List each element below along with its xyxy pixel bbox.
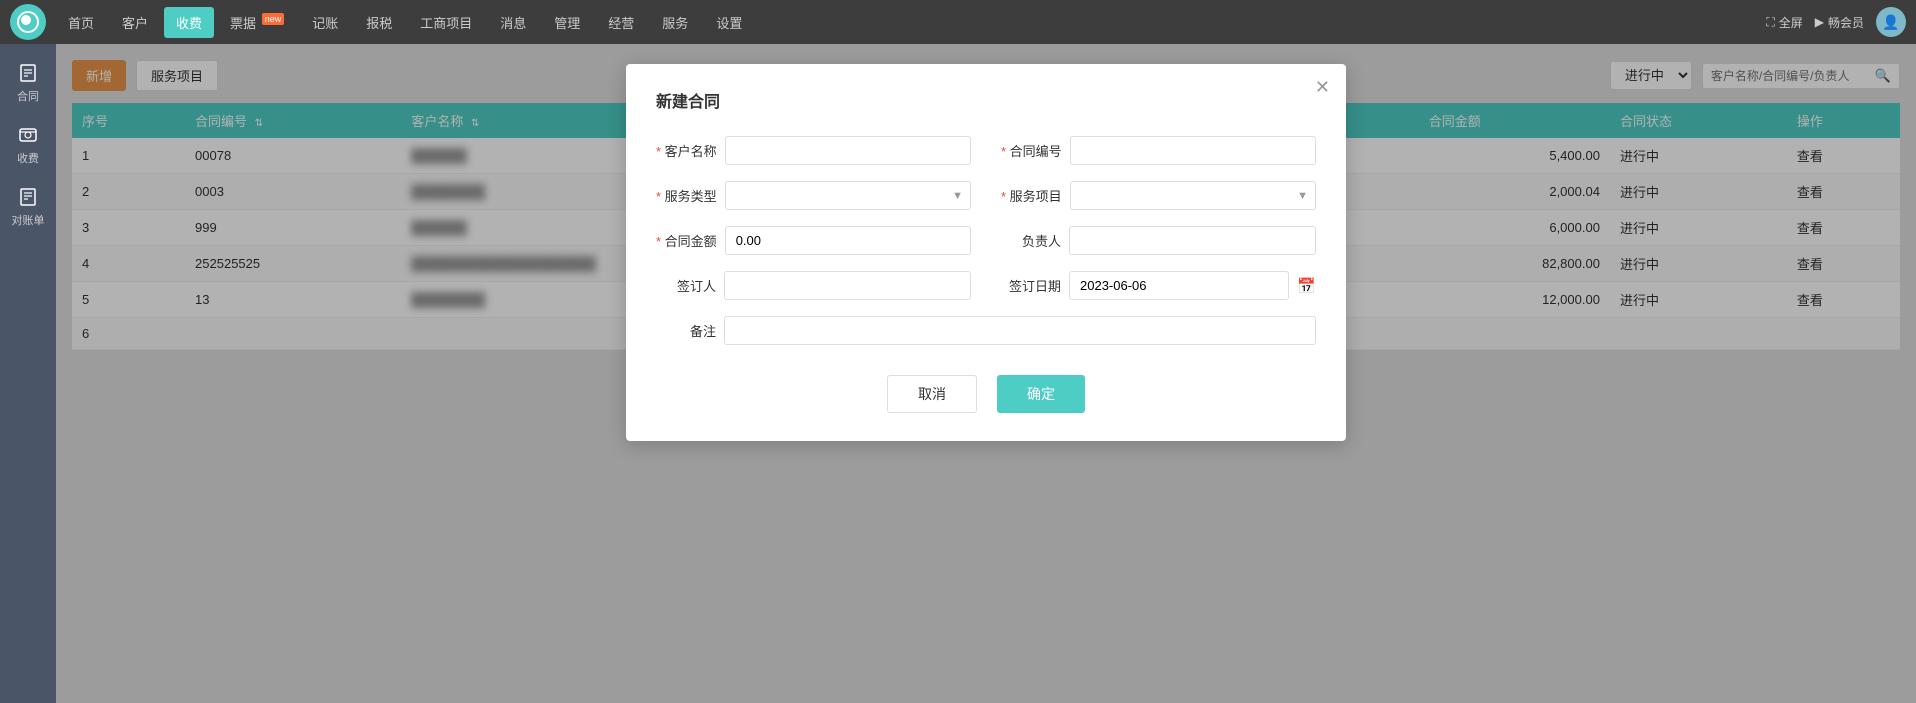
app-logo[interactable] — [10, 4, 46, 40]
customer-name-label: 客户名称 — [656, 141, 717, 160]
nav-tax[interactable]: 报税 — [354, 7, 404, 38]
contract-amount-label: 合同金额 — [656, 231, 717, 250]
modal-form: 客户名称 合同编号 服务类型 ▼ — [656, 136, 1316, 345]
sign-date-input[interactable] — [1069, 271, 1289, 300]
sidebar-item-contract[interactable]: 合同 — [0, 54, 56, 112]
nav-business[interactable]: 工商项目 — [408, 7, 484, 38]
nav-menu: 首页 客户 收费 票据 new 记账 报税 工商项目 消息 管理 经营 服务 设… — [56, 7, 1766, 38]
main-layout: 合同 收费 对账单 — [0, 44, 1916, 703]
contract-no-label: 合同编号 — [1001, 141, 1062, 160]
sidebar-label-fee: 收费 — [17, 150, 39, 166]
confirm-button[interactable]: 确定 — [997, 375, 1085, 413]
fullscreen-button[interactable]: ⛶ 全屏 — [1766, 14, 1802, 31]
top-navigation: 首页 客户 收费 票据 new 记账 报税 工商项目 消息 管理 经营 服务 设… — [0, 0, 1916, 44]
modal-title: 新建合同 — [656, 88, 1316, 112]
remark-input[interactable] — [724, 316, 1316, 345]
remark-label: 备注 — [656, 321, 716, 340]
modal-footer: 取消 确定 — [656, 375, 1316, 413]
remark-row: 备注 — [656, 316, 1316, 345]
nav-manage[interactable]: 管理 — [542, 7, 592, 38]
sidebar-label-statement: 对账单 — [12, 212, 45, 228]
service-item-select[interactable] — [1070, 181, 1316, 210]
nav-right-area: ⛶ 全屏 ▶ 畅会员 👤 — [1766, 7, 1906, 37]
contract-icon — [17, 62, 39, 84]
contract-no-input[interactable] — [1070, 136, 1316, 165]
modal-close-button[interactable]: ✕ — [1315, 78, 1330, 96]
responsible-person-input[interactable] — [1069, 226, 1316, 255]
nav-operation[interactable]: 经营 — [596, 7, 646, 38]
service-item-label: 服务项目 — [1001, 186, 1062, 205]
calendar-icon[interactable]: 📅 — [1297, 277, 1316, 295]
signer-label: 签订人 — [656, 276, 716, 295]
responsible-person-row: 负责人 — [1001, 226, 1316, 255]
sign-date-row: 签订日期 📅 — [1001, 271, 1316, 300]
sidebar-label-contract: 合同 — [17, 88, 39, 104]
member-button[interactable]: ▶ 畅会员 — [1815, 14, 1864, 31]
cancel-button[interactable]: 取消 — [887, 375, 977, 413]
new-contract-modal: ✕ 新建合同 客户名称 合同编号 服务类型 — [626, 64, 1346, 441]
service-type-select[interactable] — [725, 181, 971, 210]
signer-row: 签订人 — [656, 271, 971, 300]
nav-message[interactable]: 消息 — [488, 7, 538, 38]
service-type-select-wrap: ▼ — [725, 181, 971, 210]
contract-amount-input[interactable] — [725, 226, 971, 255]
contract-no-row: 合同编号 — [1001, 136, 1316, 165]
sign-date-label: 签订日期 — [1001, 276, 1061, 295]
nav-home[interactable]: 首页 — [56, 7, 106, 38]
nav-service[interactable]: 服务 — [650, 7, 700, 38]
customer-name-input[interactable] — [725, 136, 971, 165]
new-badge: new — [262, 13, 285, 25]
sidebar-item-fee[interactable]: 收费 — [0, 116, 56, 174]
content-area: 新增 服务项目 进行中 🔍 序号 合同编号 ⇅ 客户名称 — [56, 44, 1916, 703]
signer-input[interactable] — [724, 271, 971, 300]
customer-name-row: 客户名称 — [656, 136, 971, 165]
responsible-person-label: 负责人 — [1001, 231, 1061, 250]
avatar[interactable]: 👤 — [1876, 7, 1906, 37]
sidebar: 合同 收费 对账单 — [0, 44, 56, 703]
nav-invoice[interactable]: 票据 new — [218, 7, 296, 38]
statement-icon — [17, 186, 39, 208]
sidebar-item-statement[interactable]: 对账单 — [0, 178, 56, 236]
nav-fee[interactable]: 收费 — [164, 7, 214, 38]
modal-overlay: ✕ 新建合同 客户名称 合同编号 服务类型 — [56, 44, 1916, 703]
nav-customer[interactable]: 客户 — [110, 7, 160, 38]
contract-amount-row: 合同金额 — [656, 226, 971, 255]
nav-bookkeeping[interactable]: 记账 — [300, 7, 350, 38]
fee-icon — [17, 124, 39, 146]
nav-settings[interactable]: 设置 — [704, 7, 754, 38]
service-item-row: 服务项目 ▼ — [1001, 181, 1316, 210]
service-type-row: 服务类型 ▼ — [656, 181, 971, 210]
service-item-select-wrap: ▼ — [1070, 181, 1316, 210]
service-type-label: 服务类型 — [656, 186, 717, 205]
